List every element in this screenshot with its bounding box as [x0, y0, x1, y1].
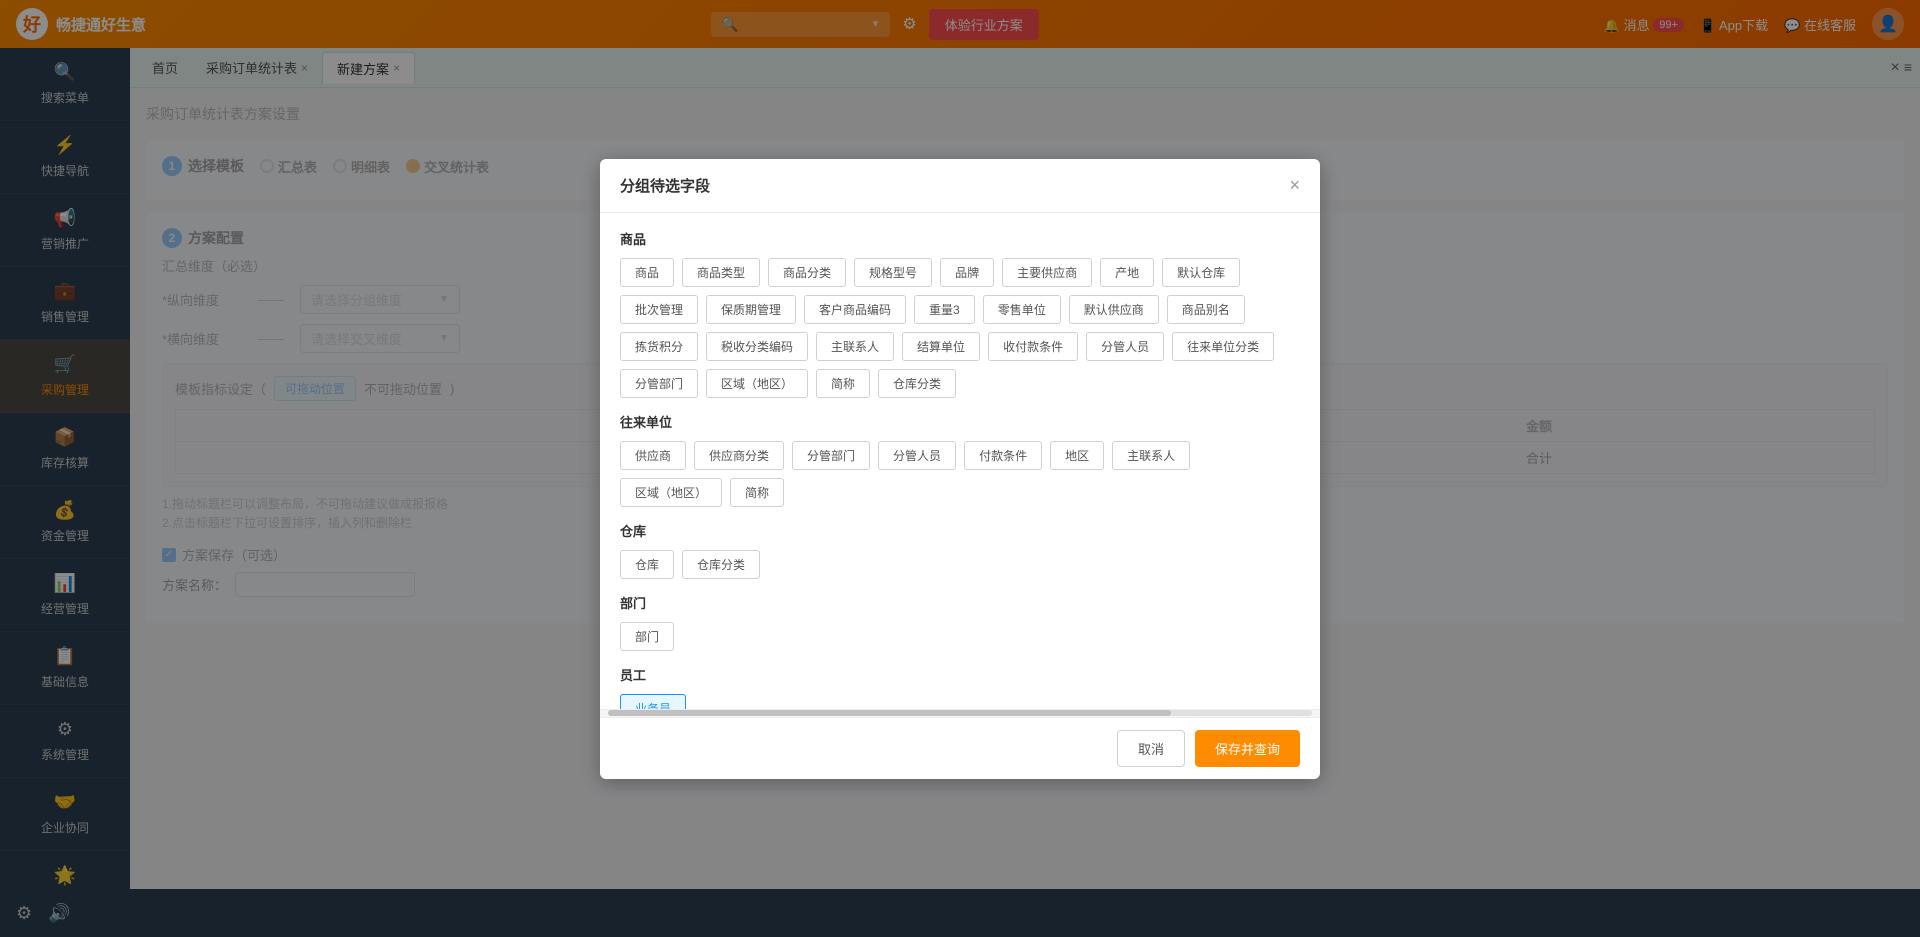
field-tag-partner-manager[interactable]: 分管人员	[878, 441, 956, 470]
field-tag-dept-manage[interactable]: 分管部门	[620, 369, 698, 398]
field-tag-warehouse-category[interactable]: 仓库分类	[878, 369, 956, 398]
field-selection-dialog: 分组待选字段 × 商品 商品 商品类型 商品分类 规格型号 品牌 主要供应商 产…	[600, 159, 1320, 779]
field-tag-partner-contact[interactable]: 主联系人	[1112, 441, 1190, 470]
field-tag-region[interactable]: 区域（地区）	[706, 369, 808, 398]
section-title-goods: 商品	[620, 229, 1300, 248]
field-grid-goods: 商品 商品类型 商品分类 规格型号 品牌 主要供应商 产地 默认仓库 批次管理 …	[620, 258, 1300, 398]
field-tag-partner-category[interactable]: 往来单位分类	[1172, 332, 1274, 361]
field-tag-goods[interactable]: 商品	[620, 258, 674, 287]
dialog-footer: 取消 保存并查询	[600, 717, 1320, 779]
field-tag-customer-code[interactable]: 客户商品编码	[804, 295, 906, 324]
dialog-title: 分组待选字段	[620, 175, 710, 196]
field-tag-brand[interactable]: 品牌	[940, 258, 994, 287]
field-tag-area[interactable]: 地区	[1050, 441, 1104, 470]
field-tag-origin[interactable]: 产地	[1100, 258, 1154, 287]
field-tag-manager[interactable]: 分管人员	[1086, 332, 1164, 361]
field-tag-settlement-unit[interactable]: 结算单位	[902, 332, 980, 361]
field-tag-salesperson[interactable]: 业务员	[620, 694, 686, 709]
field-tag-default-warehouse[interactable]: 默认仓库	[1162, 258, 1240, 287]
horizontal-scrollbar[interactable]	[600, 709, 1320, 717]
field-tag-goods-category[interactable]: 商品分类	[768, 258, 846, 287]
field-tag-partner-short[interactable]: 简称	[730, 478, 784, 507]
field-tag-pick-points[interactable]: 拣货积分	[620, 332, 698, 361]
section-title-warehouse: 仓库	[620, 521, 1300, 540]
field-tag-supplier[interactable]: 供应商	[620, 441, 686, 470]
close-icon[interactable]: ×	[1289, 175, 1300, 196]
scrollbar-thumb[interactable]	[608, 710, 1171, 716]
field-tag-short-name[interactable]: 简称	[816, 369, 870, 398]
cancel-button[interactable]: 取消	[1117, 730, 1185, 767]
save-query-button[interactable]: 保存并查询	[1195, 730, 1300, 767]
field-tag-weight[interactable]: 重量3	[914, 295, 975, 324]
field-grid-dept: 部门	[620, 622, 1300, 651]
field-tag-dept[interactable]: 部门	[620, 622, 674, 651]
field-tag-expiry[interactable]: 保质期管理	[706, 295, 796, 324]
section-title-staff: 员工	[620, 665, 1300, 684]
field-tag-default-supplier[interactable]: 默认供应商	[1069, 295, 1159, 324]
field-tag-supplier-category[interactable]: 供应商分类	[694, 441, 784, 470]
field-tag-main-contact[interactable]: 主联系人	[816, 332, 894, 361]
field-tag-warehouse[interactable]: 仓库	[620, 550, 674, 579]
dialog-overlay: 分组待选字段 × 商品 商品 商品类型 商品分类 规格型号 品牌 主要供应商 产…	[0, 0, 1920, 937]
dialog-header: 分组待选字段 ×	[600, 159, 1320, 213]
section-title-partner: 往来单位	[620, 412, 1300, 431]
field-tag-alias[interactable]: 商品别名	[1167, 295, 1245, 324]
field-tag-batch[interactable]: 批次管理	[620, 295, 698, 324]
field-tag-retail-unit[interactable]: 零售单位	[983, 295, 1061, 324]
field-tag-warehouse-type[interactable]: 仓库分类	[682, 550, 760, 579]
field-tag-main-supplier[interactable]: 主要供应商	[1002, 258, 1092, 287]
dialog-body: 商品 商品 商品类型 商品分类 规格型号 品牌 主要供应商 产地 默认仓库 批次…	[600, 213, 1320, 709]
field-grid-staff: 业务员	[620, 694, 1300, 709]
field-tag-spec[interactable]: 规格型号	[854, 258, 932, 287]
field-tag-payment-condition[interactable]: 付款条件	[964, 441, 1042, 470]
field-tag-goods-type[interactable]: 商品类型	[682, 258, 760, 287]
field-grid-partner: 供应商 供应商分类 分管部门 分管人员 付款条件 地区 主联系人 区域（地区） …	[620, 441, 1300, 507]
field-tag-partner-region[interactable]: 区域（地区）	[620, 478, 722, 507]
field-tag-partner-dept[interactable]: 分管部门	[792, 441, 870, 470]
field-tag-tax-code[interactable]: 税收分类编码	[706, 332, 808, 361]
field-tag-payment-terms[interactable]: 收付款条件	[988, 332, 1078, 361]
section-title-dept: 部门	[620, 593, 1300, 612]
field-grid-warehouse: 仓库 仓库分类	[620, 550, 1300, 579]
scrollbar-track	[608, 710, 1312, 716]
